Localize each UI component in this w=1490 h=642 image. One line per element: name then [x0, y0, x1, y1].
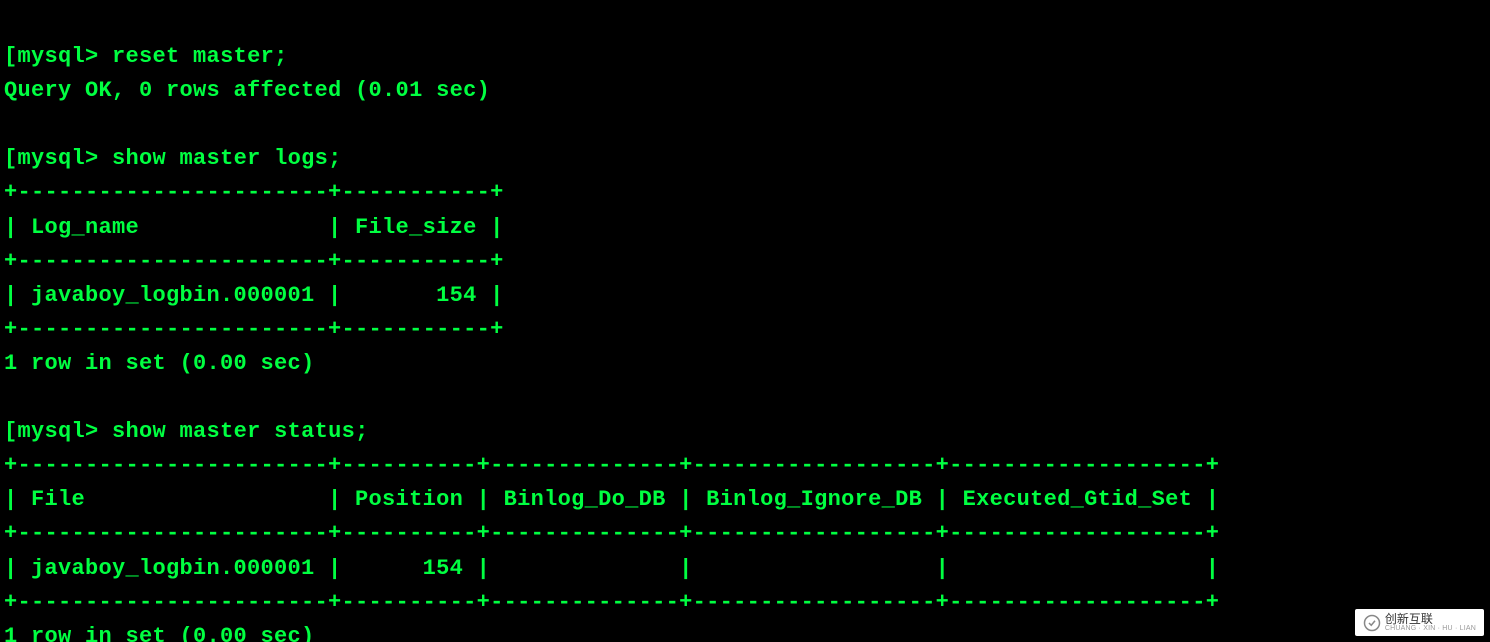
table-row: | javaboy_logbin.000001 | 154 | | | |	[4, 556, 1219, 581]
result-footer: 1 row in set (0.00 sec)	[4, 624, 315, 642]
table-border-top: +-----------------------+----------+----…	[4, 453, 1219, 478]
result-footer: 1 row in set (0.00 sec)	[4, 351, 315, 376]
query-ok-line: Query OK, 0 rows affected (0.01 sec)	[4, 78, 490, 103]
prompt-line: [mysql> reset master;	[4, 44, 288, 69]
prompt-line: [mysql> show master status;	[4, 419, 369, 444]
watermark: 创新互联 CHUANG · XIN · HU · LIAN	[1355, 609, 1484, 636]
table-border-mid: +-----------------------+----------+----…	[4, 521, 1219, 546]
table-border-bottom: +-----------------------+-----------+	[4, 317, 504, 342]
watermark-text-en: CHUANG · XIN · HU · LIAN	[1385, 625, 1476, 632]
table-border-bottom: +-----------------------+----------+----…	[4, 590, 1219, 615]
table-header-row: | Log_name | File_size |	[4, 215, 504, 240]
terminal-output: [mysql> reset master; Query OK, 0 rows a…	[0, 0, 1490, 642]
watermark-text-cn: 创新互联	[1385, 613, 1476, 625]
watermark-logo-icon	[1363, 614, 1381, 632]
table-header-row: | File | Position | Binlog_Do_DB | Binlo…	[4, 487, 1219, 512]
prompt-line: [mysql> show master logs;	[4, 146, 342, 171]
table-border-top: +-----------------------+-----------+	[4, 180, 504, 205]
table-row: | javaboy_logbin.000001 | 154 |	[4, 283, 504, 308]
table-border-mid: +-----------------------+-----------+	[4, 249, 504, 274]
